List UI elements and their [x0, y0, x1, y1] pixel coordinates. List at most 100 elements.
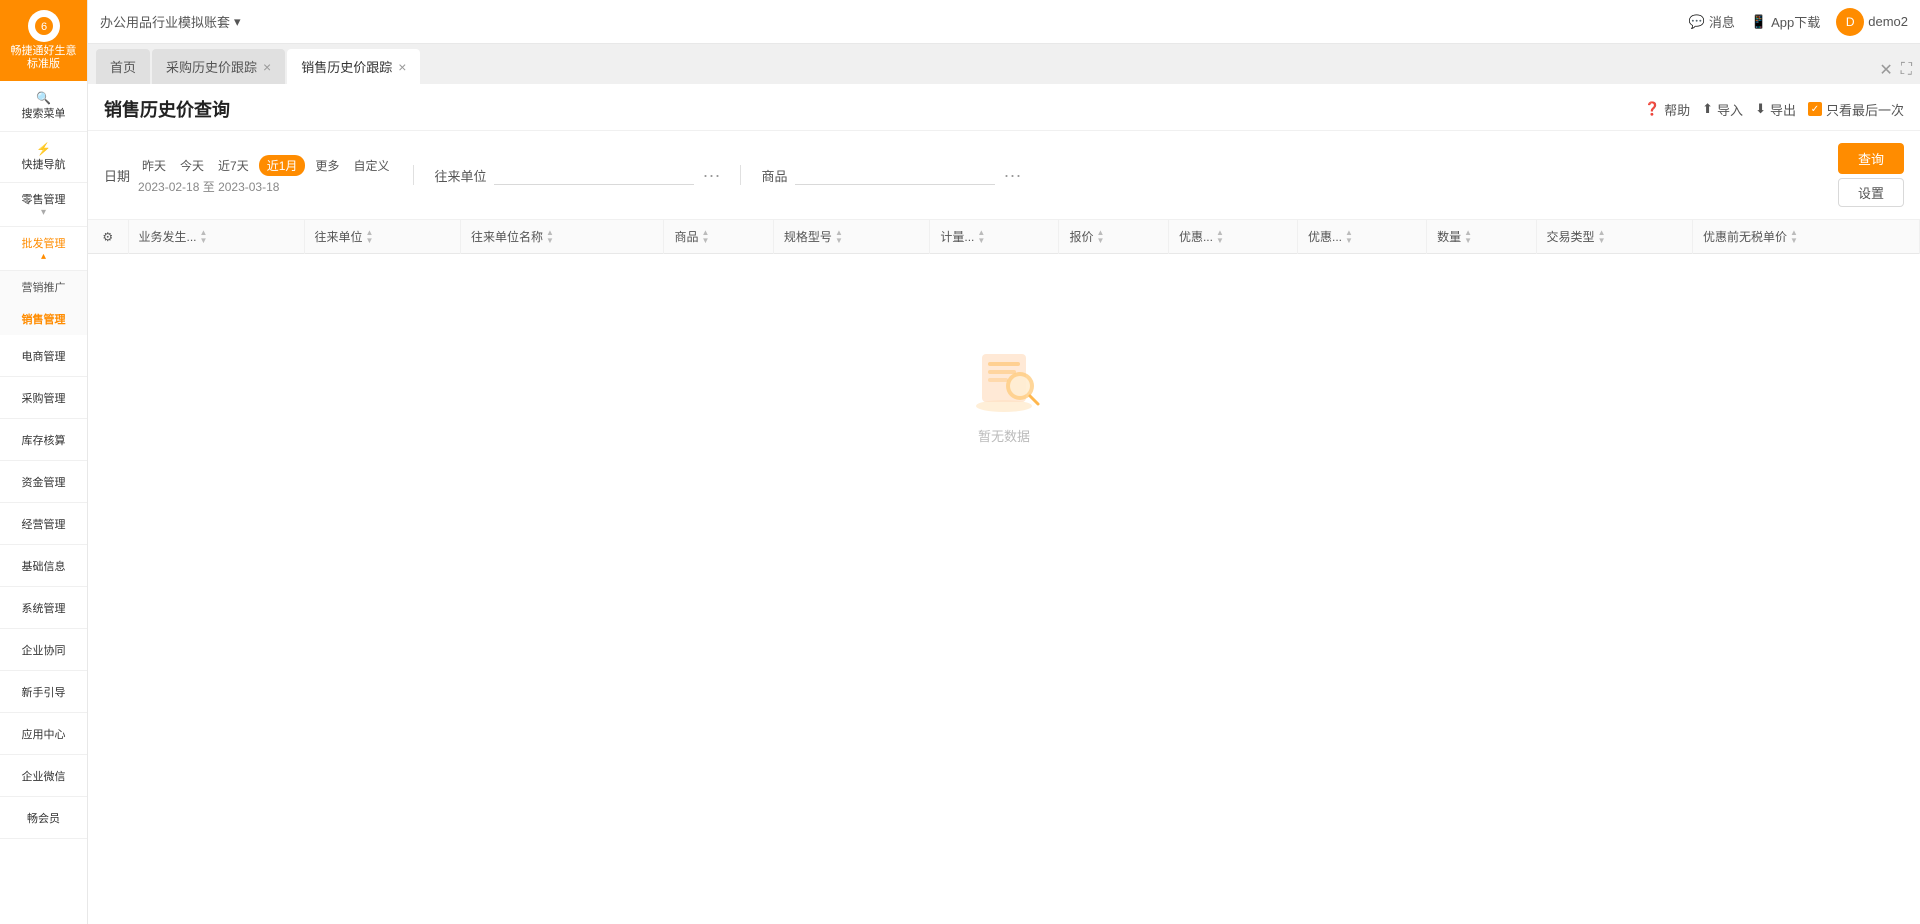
sidebar-item-wholesale[interactable]: 批发管理 ▴	[0, 227, 87, 271]
sort-arrows-partner-name: ▲▼	[546, 229, 554, 245]
sidebar-item-search[interactable]: 🔍 搜索菜单	[0, 81, 87, 132]
tab-purchase-history[interactable]: 采购历史价跟踪 ×	[152, 49, 285, 84]
app-selector[interactable]: 办公用品行业模拟账套 ▾	[100, 12, 241, 31]
message-icon: 💬	[1689, 14, 1705, 30]
sidebar-item-system[interactable]: 系统管理	[0, 587, 87, 629]
checkmark-icon: ✓	[1811, 104, 1819, 115]
date-opt-today[interactable]: 今天	[176, 155, 208, 176]
date-range-display: 2023-02-18 至 2023-03-18	[138, 178, 393, 195]
tab-purchase-close[interactable]: ×	[263, 60, 271, 74]
product-label: 商品	[761, 166, 787, 185]
th-pretax-price[interactable]: 优惠前无税单价 ▲▼	[1693, 220, 1920, 254]
sort-arrows-pretax-price: ▲▼	[1790, 229, 1798, 245]
th-partner-name[interactable]: 往来单位名称 ▲▼	[461, 220, 664, 254]
tab-sales-history[interactable]: 销售历史价跟踪 ×	[287, 49, 420, 84]
date-opt-yesterday[interactable]: 昨天	[138, 155, 170, 176]
topbar-left: 办公用品行业模拟账套 ▾	[100, 12, 241, 31]
date-opt-7days[interactable]: 近7天	[214, 155, 253, 176]
query-button[interactable]: 查询	[1838, 143, 1904, 174]
supplier-input[interactable]	[494, 165, 694, 185]
expand-button[interactable]: ⛶	[1901, 61, 1912, 79]
chevron-up-icon: ▴	[41, 251, 46, 262]
supplier-dots[interactable]: ···	[702, 165, 720, 186]
supplier-filter-group: 往来单位 ···	[434, 165, 720, 186]
th-spec[interactable]: 规格型号 ▲▼	[773, 220, 929, 254]
th-discount1-label: 优惠...	[1179, 228, 1213, 245]
product-input[interactable]	[795, 165, 995, 185]
page-title: 销售历史价查询	[104, 96, 230, 122]
th-settings[interactable]: ⚙	[88, 220, 128, 254]
th-partner-code-label: 往来单位	[315, 228, 363, 245]
app-download-button[interactable]: 📱 App下载	[1751, 12, 1820, 31]
th-price[interactable]: 报价 ▲▼	[1059, 220, 1168, 254]
user-profile[interactable]: D demo2	[1836, 8, 1908, 36]
th-discount2[interactable]: 优惠... ▲▼	[1298, 220, 1427, 254]
sidebar-item-quicknav[interactable]: ⚡ 快捷导航	[0, 132, 87, 183]
th-partner-code[interactable]: 往来单位 ▲▼	[304, 220, 460, 254]
import-button[interactable]: ⬆ 导入	[1702, 100, 1743, 119]
sidebar-wechat-label: 企业微信	[22, 768, 66, 784]
tabbar: 首页 采购历史价跟踪 × 销售历史价跟踪 × ✕ ⛶	[88, 44, 1920, 84]
th-product[interactable]: 商品 ▲▼	[664, 220, 773, 254]
th-quantity-label: 数量	[1437, 228, 1461, 245]
sort-arrows-price: ▲▼	[1096, 229, 1104, 245]
sidebar-item-retail[interactable]: 零售管理 ▾	[0, 183, 87, 227]
app-name: 办公用品行业模拟账套	[100, 12, 230, 31]
sidebar-item-wechat[interactable]: 企业微信	[0, 755, 87, 797]
th-date[interactable]: 业务发生... ▲▼	[128, 220, 304, 254]
export-button[interactable]: ⬇ 导出	[1755, 100, 1796, 119]
sort-arrows-date: ▲▼	[200, 229, 208, 245]
sidebar: 6 畅捷通好生意 标准版 🔍 搜索菜单 ⚡ 快捷导航 零售管理 ▾ 批发管理 ▴…	[0, 0, 88, 924]
sidebar-item-ecommerce[interactable]: 电商管理	[0, 335, 87, 377]
app-download-label: App下载	[1771, 12, 1820, 31]
sidebar-item-appcenter[interactable]: 应用中心	[0, 713, 87, 755]
sidebar-item-newuser[interactable]: 新手引导	[0, 671, 87, 713]
empty-state: 暂无数据	[88, 254, 1920, 525]
sidebar-member-label: 畅会员	[27, 810, 60, 826]
sidebar-operations-label: 经营管理	[22, 516, 66, 532]
message-button[interactable]: 💬 消息	[1689, 12, 1735, 31]
sidebar-item-inventory[interactable]: 库存核算	[0, 419, 87, 461]
sidebar-ecommerce-label: 电商管理	[22, 348, 66, 364]
sort-arrows-discount1: ▲▼	[1216, 229, 1224, 245]
product-dots[interactable]: ···	[1003, 165, 1021, 186]
sidebar-wholesale-label: 批发管理	[22, 235, 66, 251]
date-options: 昨天 今天 近7天 近1月 更多 自定义	[138, 155, 393, 176]
sidebar-item-purchase[interactable]: 采购管理	[0, 377, 87, 419]
date-opt-1month[interactable]: 近1月	[259, 155, 306, 176]
th-price-label: 报价	[1069, 228, 1093, 245]
th-unit[interactable]: 计量... ▲▼	[930, 220, 1059, 254]
th-quantity[interactable]: 数量 ▲▼	[1427, 220, 1536, 254]
th-discount1[interactable]: 优惠... ▲▼	[1168, 220, 1297, 254]
sidebar-item-basic[interactable]: 基础信息	[0, 545, 87, 587]
tab-sales-close[interactable]: ×	[398, 60, 406, 74]
settings-button[interactable]: 设置	[1838, 178, 1904, 207]
sidebar-item-marketing[interactable]: 营销推广	[0, 271, 87, 303]
product-filter-group: 商品 ···	[761, 165, 1021, 186]
sidebar-item-sales[interactable]: 销售管理	[0, 303, 87, 335]
avatar-initial: D	[1846, 15, 1855, 29]
th-discount2-label: 优惠...	[1308, 228, 1342, 245]
tab-home[interactable]: 首页	[96, 49, 150, 84]
sidebar-item-operations[interactable]: 经营管理	[0, 503, 87, 545]
dropdown-arrow-icon: ▾	[234, 14, 241, 30]
filter-divider-2	[740, 165, 741, 185]
th-trade-type[interactable]: 交易类型 ▲▼	[1536, 220, 1692, 254]
topbar-right: 💬 消息 📱 App下载 D demo2	[1689, 8, 1908, 36]
svg-text:6: 6	[40, 21, 46, 33]
sidebar-item-enterprise[interactable]: 企业协同	[0, 629, 87, 671]
date-opt-custom[interactable]: 自定义	[349, 155, 393, 176]
date-opt-more[interactable]: 更多	[311, 155, 343, 176]
supplier-label: 往来单位	[434, 166, 486, 185]
sidebar-item-member[interactable]: 畅会员	[0, 797, 87, 839]
th-product-label: 商品	[674, 228, 698, 245]
sidebar-item-finance[interactable]: 资金管理	[0, 461, 87, 503]
table-header-row: ⚙ 业务发生... ▲▼ 往来单位 ▲▼	[88, 220, 1920, 254]
export-label: 导出	[1770, 100, 1796, 119]
date-filter-group: 日期 昨天 今天 近7天 近1月 更多 自定义 2023-02-18 至 202…	[104, 155, 393, 195]
close-all-tabs-button[interactable]: ✕	[1879, 60, 1892, 80]
only-last-checkbox[interactable]: ✓ 只看最后一次	[1808, 100, 1904, 119]
search-icon: 🔍	[36, 91, 51, 105]
help-button[interactable]: ❓ 帮助	[1644, 100, 1690, 119]
sort-arrows-partner-code: ▲▼	[366, 229, 374, 245]
